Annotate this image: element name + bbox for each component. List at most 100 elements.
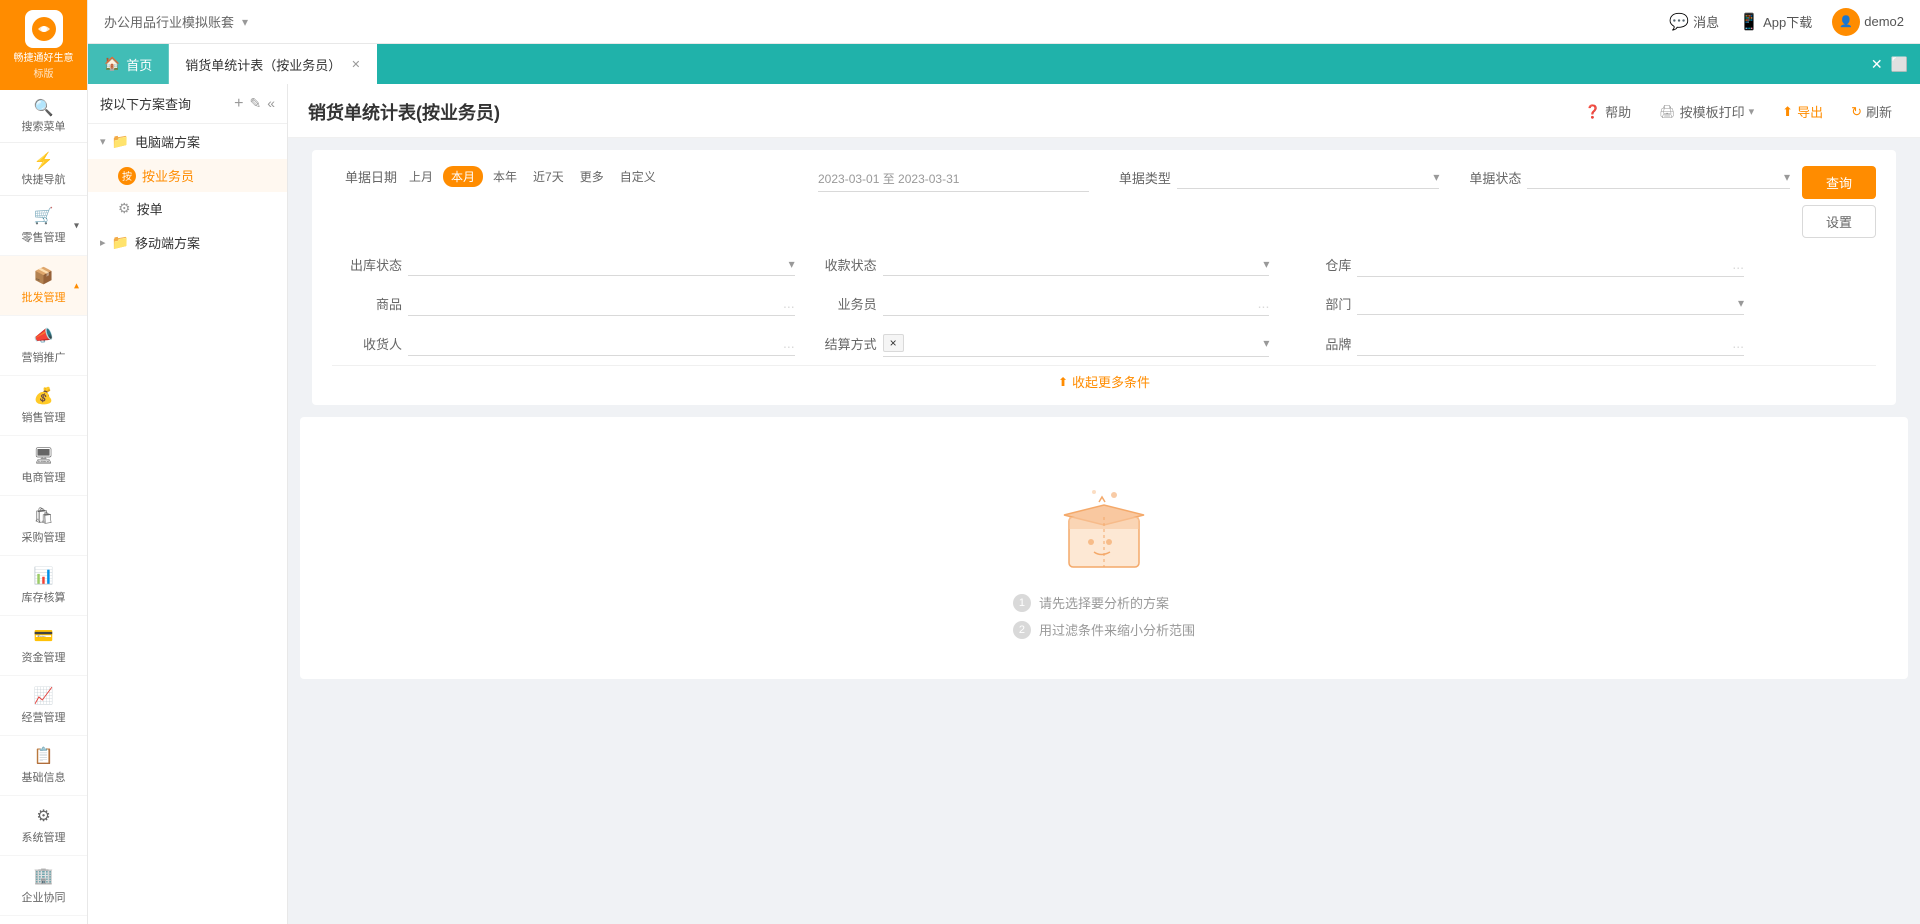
help-icon: ❓ (1585, 104, 1601, 120)
ecommerce-label: 电商管理 (22, 469, 66, 485)
department-label: 部门 (1281, 294, 1351, 313)
goods-label: 商品 (332, 294, 402, 313)
date-tab-more[interactable]: 更多 (574, 166, 610, 187)
collapse-btn[interactable]: ⬆ 收起更多条件 (332, 365, 1876, 397)
doc-status-label: 单据状态 (1451, 168, 1521, 187)
sidebar-item-enterprise[interactable]: 🏢 企业协同 (0, 856, 87, 916)
salesperson-label: 业务员 (807, 294, 877, 313)
empty-state: 1 请先选择要分析的方案 2 用过滤条件来缩小分析范围 (300, 417, 1908, 679)
finance-icon: 💳 (34, 626, 54, 646)
export-label: 导出 (1797, 102, 1823, 121)
payment-label: 收款状态 (807, 255, 877, 274)
doc-type-select[interactable] (1177, 166, 1440, 189)
home-icon: 🏠 (104, 56, 120, 72)
sidebar-item-ecommerce[interactable]: 🖥 电商管理 (0, 436, 87, 496)
sidebar-item-purchase[interactable]: 🛍 采购管理 (0, 496, 87, 556)
department-select[interactable] (1357, 292, 1744, 315)
sidebar-item-finance[interactable]: 💳 资金管理 (0, 616, 87, 676)
refresh-btn[interactable]: ↻ 刷新 (1843, 98, 1900, 125)
sidebar-item-basic[interactable]: 📋 基础信息 (0, 736, 87, 796)
avatar: 👤 (1832, 8, 1860, 36)
user-menu[interactable]: 👤 demo2 (1832, 8, 1904, 36)
recipient-field[interactable]: ... (408, 331, 795, 356)
page-actions: ❓ 帮助 🖨 按模板打印 ▾ ⬆ 导出 ↻ 刷新 (1577, 98, 1900, 125)
sidebar-item-marketing[interactable]: 📣 营销推广 (0, 316, 87, 376)
order-icon: ⚙ (118, 200, 131, 217)
tree-mobile-root[interactable]: ▸ 📁 移动端方案 (88, 225, 287, 260)
settlement-tag: × (883, 334, 904, 352)
recipient-dots: ... (783, 335, 795, 351)
help-label: 帮助 (1605, 102, 1631, 121)
page-title: 销货单统计表(按业务员) (308, 99, 500, 125)
goods-dots: ... (783, 295, 795, 311)
sidebar-item-retail[interactable]: 🛒 零售管理 (0, 196, 87, 256)
search-menu-item[interactable]: 🔍 搜索菜单 (0, 90, 87, 143)
salesperson-field[interactable]: ... (883, 291, 1270, 316)
settlement-field[interactable]: × ▾ (883, 330, 1270, 357)
shipment-select[interactable] (408, 253, 795, 276)
tree-by-order[interactable]: ⚙ 按单 (88, 192, 287, 225)
panel-add-btn[interactable]: + (234, 95, 243, 113)
empty-illustration (1044, 477, 1164, 577)
tree-mobile-expand-icon: ▸ (100, 236, 106, 249)
empty-tips: 1 请先选择要分析的方案 2 用过滤条件来缩小分析范围 (1013, 593, 1195, 639)
sidebar-item-wholesale[interactable]: 📦 批发管理 ▴ (0, 256, 87, 316)
panel-actions: + ✎ « (234, 95, 275, 113)
date-tab-thisyear[interactable]: 本年 (487, 166, 523, 187)
quick-nav-item[interactable]: ⚡ 快捷导航 (0, 143, 87, 196)
date-tab-last7[interactable]: 近7天 (527, 166, 570, 187)
tab-sales-stat[interactable]: 销货单统计表（按业务员） ✕ (169, 44, 377, 84)
tab-right-controls: ✕ ⬜ (1871, 56, 1920, 73)
date-tab-custom[interactable]: 自定义 (614, 166, 662, 187)
breadcrumb-dropdown-icon[interactable]: ▾ (242, 15, 248, 29)
right-panel: 销货单统计表(按业务员) ❓ 帮助 🖨 按模板打印 ▾ ⬆ 导出 (288, 84, 1920, 924)
date-tab-lastmonth[interactable]: 上月 (403, 166, 439, 187)
top-header: 办公用品行业模拟账套 ▾ 💬 消息 📱 App下载 👤 demo2 (88, 0, 1920, 44)
tab-maximize-btn[interactable]: ⬜ (1891, 56, 1908, 73)
goods-field[interactable]: ... (408, 291, 795, 316)
sidebar-item-newbie[interactable]: 🌟 新手引导 (0, 916, 87, 924)
sidebar-item-system[interactable]: ⚙ 系统管理 (0, 796, 87, 856)
settings-button[interactable]: 设置 (1802, 205, 1876, 238)
panel-edit-btn[interactable]: ✎ (249, 95, 261, 113)
collapse-up-icon: ⬆ (1058, 375, 1068, 389)
sidebar: 畅捷通好生意 标版 🔍 搜索菜单 ⚡ 快捷导航 🛒 零售管理 📦 批发管理 ▴ … (0, 0, 88, 924)
breadcrumb-text[interactable]: 办公用品行业模拟账套 (104, 12, 234, 31)
tab-close-btn[interactable]: ✕ (351, 58, 360, 71)
tree-by-salesperson[interactable]: 按 按业务员 (88, 159, 287, 192)
retail-icon: 🛒 (34, 206, 54, 226)
settlement-tag-close[interactable]: × (890, 336, 897, 350)
brand-field[interactable]: ... (1357, 331, 1744, 356)
tree-pc-root[interactable]: ▾ 📁 电脑端方案 (88, 124, 287, 159)
doc-status-select[interactable] (1527, 166, 1790, 189)
app-download-icon: 📱 (1739, 12, 1759, 32)
tab-home[interactable]: 🏠 首页 (88, 44, 169, 84)
payment-select[interactable] (883, 253, 1270, 276)
tree-pc-label: 电脑端方案 (135, 132, 200, 151)
tip-num-1: 1 (1013, 594, 1031, 612)
panel-collapse-btn[interactable]: « (267, 95, 275, 113)
empty-state-card: 1 请先选择要分析的方案 2 用过滤条件来缩小分析范围 (300, 417, 1908, 679)
tip-num-2: 2 (1013, 621, 1031, 639)
marketing-icon: 📣 (34, 326, 54, 346)
date-range-display[interactable]: 2023-03-01 至 2023-03-31 (818, 166, 1089, 192)
tab-close-window-btn[interactable]: ✕ (1871, 56, 1883, 73)
warehouse-field[interactable]: ... (1357, 252, 1744, 277)
app-logo[interactable]: 畅捷通好生意 标版 (0, 0, 87, 90)
export-icon: ⬆ (1782, 104, 1793, 120)
date-tab-thismonth[interactable]: 本月 (443, 166, 483, 187)
query-button[interactable]: 查询 (1802, 166, 1876, 199)
payment-arrow (1263, 257, 1269, 271)
sidebar-item-operation[interactable]: 📈 经营管理 (0, 676, 87, 736)
search-menu-label: 搜索菜单 (22, 118, 66, 134)
help-btn[interactable]: ❓ 帮助 (1577, 98, 1639, 125)
ecommerce-icon: 🖥 (33, 446, 53, 466)
app-download-btn[interactable]: 📱 App下载 (1739, 12, 1812, 32)
salesperson-dots: ... (1258, 295, 1270, 311)
export-btn[interactable]: ⬆ 导出 (1774, 98, 1831, 125)
print-btn[interactable]: 🖨 按模板打印 ▾ (1651, 98, 1762, 125)
operation-label: 经营管理 (22, 709, 66, 725)
sidebar-item-inventory[interactable]: 📊 库存核算 (0, 556, 87, 616)
message-btn[interactable]: 💬 消息 (1669, 12, 1719, 32)
sidebar-item-sales[interactable]: 💰 销售管理 (0, 376, 87, 436)
